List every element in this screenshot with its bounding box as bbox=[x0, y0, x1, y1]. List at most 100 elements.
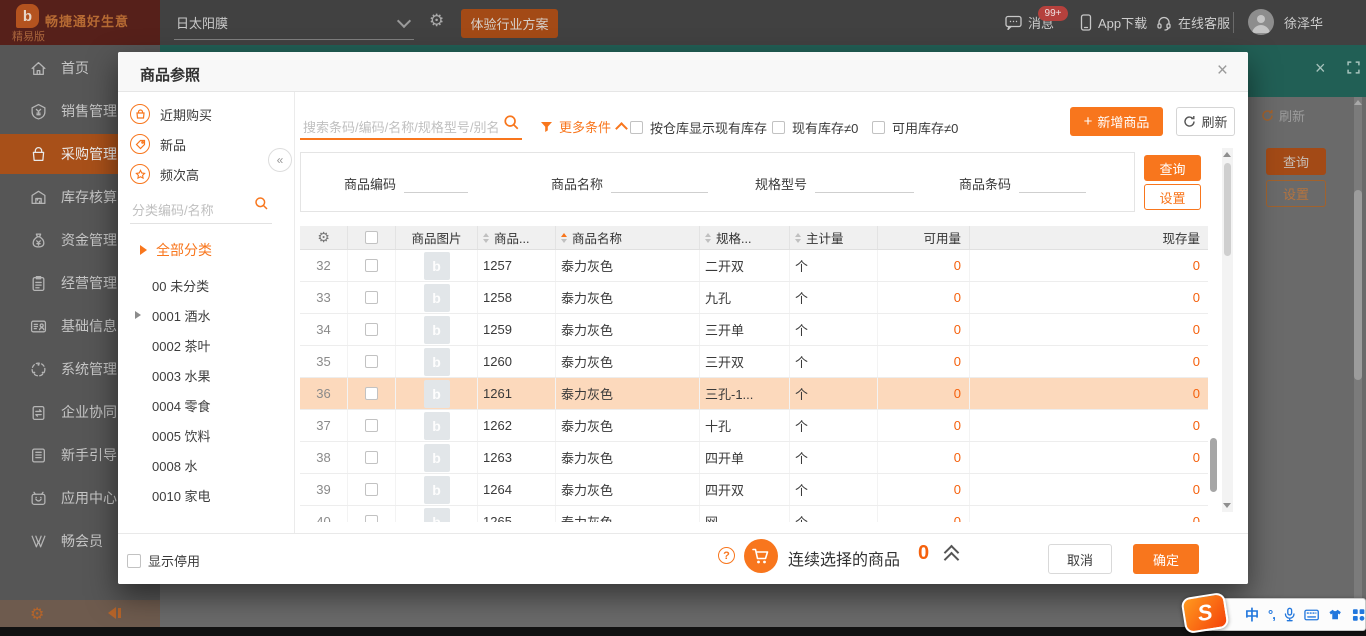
scroll-up-icon[interactable] bbox=[1223, 152, 1231, 157]
sidebar-collapse-icon[interactable] bbox=[108, 607, 121, 619]
row-checkbox[interactable] bbox=[365, 515, 378, 522]
ime-logo[interactable]: S bbox=[1180, 591, 1230, 635]
select-all-checkbox[interactable] bbox=[365, 231, 378, 244]
background-query-button[interactable]: 查询 bbox=[1266, 148, 1326, 175]
add-product-button[interactable]: 新增商品 bbox=[1070, 107, 1163, 136]
field-product-code[interactable]: 商品编码 bbox=[344, 174, 469, 193]
cart-icon[interactable] bbox=[744, 539, 778, 573]
field-input[interactable] bbox=[815, 176, 915, 193]
category-item[interactable]: 0005 饮料 bbox=[118, 420, 294, 450]
category-item[interactable]: 0002 茶叶 bbox=[118, 330, 294, 360]
header-unit[interactable]: 主计量 bbox=[790, 226, 878, 249]
background-close-icon[interactable]: × bbox=[1315, 58, 1326, 79]
chevron-down-icon[interactable] bbox=[396, 13, 412, 29]
table-row[interactable]: 40 1265 泰力灰色 网 个 0 0 bbox=[300, 506, 1208, 522]
category-item[interactable]: 00 未分类 bbox=[118, 270, 294, 300]
field-input[interactable] bbox=[404, 176, 469, 193]
sort-icon[interactable] bbox=[795, 232, 801, 243]
cancel-button[interactable]: 取消 bbox=[1048, 544, 1112, 574]
category-item[interactable]: 0004 零食 bbox=[118, 390, 294, 420]
checkbox[interactable] bbox=[872, 121, 885, 134]
table-scrollbar-thumb[interactable] bbox=[1210, 438, 1217, 492]
gear-icon[interactable]: ⚙ bbox=[429, 11, 444, 31]
checkbox[interactable] bbox=[630, 121, 643, 134]
field-barcode[interactable]: 商品条码 bbox=[959, 174, 1087, 193]
field-spec-model[interactable]: 规格型号 bbox=[755, 174, 915, 193]
sort-icon[interactable] bbox=[483, 232, 489, 243]
username[interactable]: 徐泽华 bbox=[1284, 0, 1323, 45]
modal-scrollbar-thumb[interactable] bbox=[1224, 163, 1231, 256]
background-refresh-button[interactable]: 刷新 bbox=[1261, 106, 1305, 125]
table-row[interactable]: 34 1259 泰力灰色 三开单 个 0 0 bbox=[300, 314, 1208, 346]
header-stock[interactable]: 现存量 bbox=[970, 226, 1208, 249]
background-settings-button[interactable]: 设置 bbox=[1266, 180, 1326, 207]
online-service-button[interactable]: 在线客服 bbox=[1156, 0, 1230, 45]
confirm-button[interactable]: 确定 bbox=[1133, 544, 1199, 574]
modal-close-icon[interactable]: × bbox=[1217, 60, 1228, 82]
avatar[interactable] bbox=[1248, 9, 1274, 35]
checkbox[interactable] bbox=[772, 121, 785, 134]
sort-icon[interactable] bbox=[705, 232, 711, 243]
field-product-name[interactable]: 商品名称 bbox=[551, 174, 709, 193]
checkbox-by-warehouse[interactable]: 按仓库显示现有库存 bbox=[630, 118, 767, 137]
trial-plan-button[interactable]: 体验行业方案 bbox=[461, 9, 558, 38]
table-row[interactable]: 36 1261 泰力灰色 三孔-1... 个 0 0 bbox=[300, 378, 1208, 410]
quick-filter-frequent[interactable]: 频次高 bbox=[130, 162, 199, 186]
header-available[interactable]: 可用量 bbox=[878, 226, 970, 249]
header-name[interactable]: 商品名称 bbox=[556, 226, 700, 249]
product-search-input[interactable]: 搜索条码/编码/名称/规格型号/别名 bbox=[303, 117, 499, 136]
help-icon[interactable]: ? bbox=[718, 547, 735, 564]
table-row[interactable]: 35 1260 泰力灰色 三开双 个 0 0 bbox=[300, 346, 1208, 378]
checkbox-stock-nonzero[interactable]: 现有库存≠0 bbox=[772, 118, 858, 137]
row-checkbox[interactable] bbox=[365, 259, 378, 272]
modal-scrollbar[interactable] bbox=[1222, 148, 1233, 512]
grid-menu-icon[interactable] bbox=[1352, 608, 1365, 622]
collapse-up-icon[interactable] bbox=[943, 544, 960, 568]
category-search-icon[interactable] bbox=[254, 196, 269, 211]
ime-punctuation-button[interactable]: °, bbox=[1268, 607, 1276, 622]
mic-icon[interactable] bbox=[1284, 607, 1295, 622]
quick-filter-recent[interactable]: 近期购买 bbox=[130, 102, 212, 126]
field-input[interactable] bbox=[611, 176, 709, 193]
fullscreen-icon[interactable] bbox=[1347, 61, 1360, 74]
settings-button[interactable]: 设置 bbox=[1144, 184, 1201, 210]
row-checkbox[interactable] bbox=[365, 323, 378, 336]
quick-filter-new[interactable]: 新品 bbox=[130, 132, 186, 156]
checkbox-available-nonzero[interactable]: 可用库存≠0 bbox=[872, 118, 958, 137]
category-item[interactable]: 0001 酒水 bbox=[118, 300, 294, 330]
row-checkbox[interactable] bbox=[365, 355, 378, 368]
category-item[interactable]: 0010 家电 bbox=[118, 480, 294, 510]
org-select[interactable]: 日太阳膜 bbox=[176, 13, 228, 32]
category-item[interactable]: 0003 水果 bbox=[118, 360, 294, 390]
table-row[interactable]: 39 1264 泰力灰色 四开双 个 0 0 bbox=[300, 474, 1208, 506]
keyboard-icon[interactable] bbox=[1304, 609, 1320, 621]
sidebar-settings-gear-icon[interactable]: ⚙ bbox=[30, 604, 44, 624]
field-input[interactable] bbox=[1019, 176, 1087, 193]
row-checkbox[interactable] bbox=[365, 387, 378, 400]
column-settings-gear-icon[interactable]: ⚙ bbox=[300, 226, 348, 249]
ime-lang-button[interactable]: 中 bbox=[1245, 605, 1259, 625]
app-download-button[interactable]: App下载 bbox=[1080, 0, 1147, 45]
header-image[interactable]: 商品图片 bbox=[396, 226, 478, 249]
row-checkbox[interactable] bbox=[365, 419, 378, 432]
row-checkbox[interactable] bbox=[365, 483, 378, 496]
category-all[interactable]: 全部分类 bbox=[140, 240, 212, 260]
more-filters-button[interactable]: 更多条件 bbox=[540, 117, 628, 136]
row-checkbox[interactable] bbox=[365, 291, 378, 304]
sort-icon-active[interactable] bbox=[561, 232, 567, 243]
query-button[interactable]: 查询 bbox=[1144, 155, 1201, 181]
header-code[interactable]: 商品... bbox=[478, 226, 556, 249]
category-item[interactable]: 0008 水 bbox=[118, 450, 294, 480]
row-checkbox[interactable] bbox=[365, 451, 378, 464]
scroll-down-icon[interactable] bbox=[1223, 503, 1231, 508]
search-icon[interactable] bbox=[503, 114, 520, 131]
category-search-input[interactable]: 分类编码/名称 bbox=[132, 200, 214, 219]
table-row[interactable]: 37 1262 泰力灰色 十孔 个 0 0 bbox=[300, 410, 1208, 442]
table-row[interactable]: 38 1263 泰力灰色 四开单 个 0 0 bbox=[300, 442, 1208, 474]
header-spec[interactable]: 规格... bbox=[700, 226, 790, 249]
table-row[interactable]: 32 1257 泰力灰色 二开双 个 0 0 bbox=[300, 250, 1208, 282]
table-row[interactable]: 33 1258 泰力灰色 九孔 个 0 0 bbox=[300, 282, 1208, 314]
skin-shirt-icon[interactable] bbox=[1328, 608, 1342, 621]
panel-collapse-button[interactable]: « bbox=[268, 148, 292, 172]
show-disabled-checkbox-group[interactable]: 显示停用 bbox=[127, 551, 200, 570]
